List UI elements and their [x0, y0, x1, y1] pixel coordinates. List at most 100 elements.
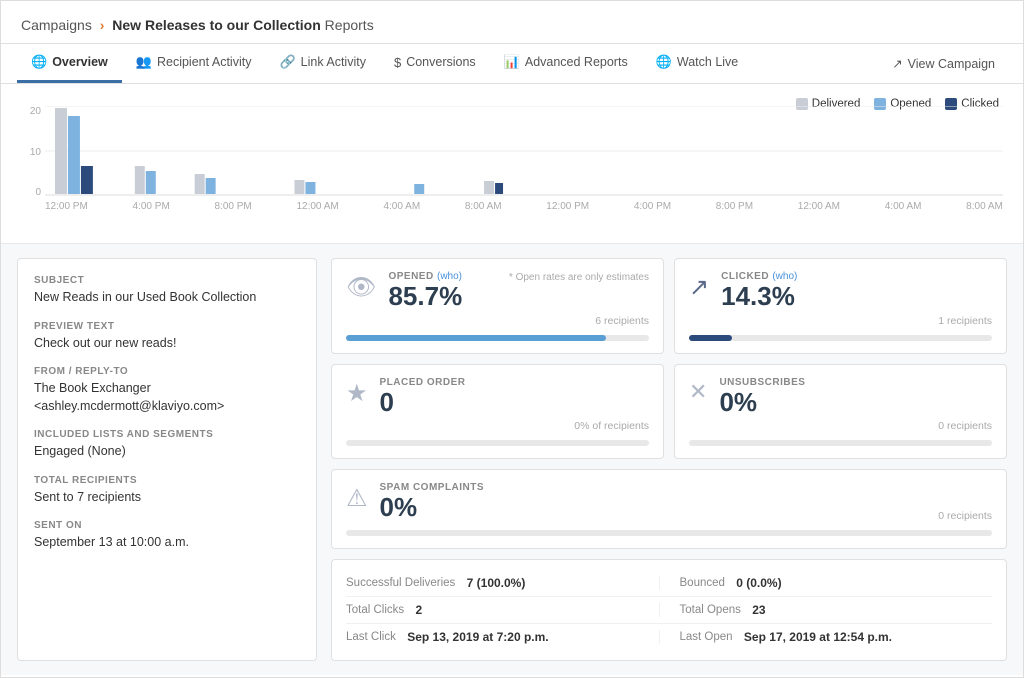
last-click-cell: Last Click Sep 13, 2019 at 7:20 p.m.	[346, 630, 659, 644]
x-label-5: 8:00 AM	[465, 201, 502, 212]
tab-overview[interactable]: 🌐 Overview	[17, 44, 122, 83]
subject-label: SUBJECT	[34, 275, 300, 286]
external-icon: ↗	[689, 273, 709, 302]
unsub-bar-bg	[689, 440, 992, 446]
preview-value: Check out our new reads!	[34, 335, 300, 353]
x-label-2: 8:00 PM	[215, 201, 252, 212]
x-label-1: 4:00 PM	[133, 201, 170, 212]
recipients-label: TOTAL RECIPIENTS	[34, 475, 300, 486]
spam-label: SPAM COMPLAINTS	[380, 482, 927, 493]
recipients-section: TOTAL RECIPIENTS Sent to 7 recipients	[34, 475, 300, 507]
successful-label: Successful Deliveries	[346, 577, 455, 589]
delivery-row: Successful Deliveries 7 (100.0%) Bounced…	[346, 570, 992, 597]
nav-tabs: 🌐 Overview 👥 Recipient Activity 🔗 Link A…	[1, 44, 1023, 84]
tab-overview-label: Overview	[52, 55, 108, 69]
stat-card-opened: 👁 OPENED (who) 85.7% * Open rates are on…	[331, 258, 664, 354]
order-sub: 0% of recipients	[346, 420, 649, 432]
x-label-7: 4:00 PM	[634, 201, 671, 212]
order-info: PLACED ORDER 0	[380, 377, 649, 417]
y-label-0: 0	[35, 187, 41, 198]
tab-conversions[interactable]: $ Conversions	[380, 45, 490, 83]
sent-value: September 13 at 10:00 a.m.	[34, 534, 300, 552]
total-opens-label: Total Opens	[680, 604, 741, 616]
sent-section: SENT ON September 13 at 10:00 a.m.	[34, 520, 300, 552]
successful-value: 7 (100.0%)	[467, 576, 526, 590]
lists-label: INCLUDED LISTS AND SEGMENTS	[34, 429, 300, 440]
last-click-row: Last Click Sep 13, 2019 at 7:20 p.m. Las…	[346, 624, 992, 650]
from-section: FROM / REPLY-TO The Book Exchanger <ashl…	[34, 366, 300, 415]
unsub-label: UNSUBSCRIBES	[719, 377, 992, 388]
clicked-value: 14.3%	[721, 282, 992, 311]
preview-label: PREVIEW TEXT	[34, 321, 300, 332]
unsub-info: UNSUBSCRIBES 0%	[719, 377, 992, 417]
subject-section: SUBJECT New Reads in our Used Book Colle…	[34, 275, 300, 307]
tab-recipient-activity-label: Recipient Activity	[157, 55, 251, 69]
clicked-bar-fill	[689, 335, 732, 341]
tab-watch-live[interactable]: 🌐 Watch Live	[642, 44, 753, 83]
stat-card-unsubscribes: ✕ UNSUBSCRIBES 0% 0 recipients	[674, 364, 1007, 460]
recipients-value: Sent to 7 recipients	[34, 489, 300, 507]
left-panel: SUBJECT New Reads in our Used Book Colle…	[17, 258, 317, 661]
total-clicks-cell: Total Clicks 2	[346, 603, 659, 617]
view-campaign-label: View Campaign	[908, 57, 995, 71]
x-label-9: 12:00 AM	[798, 201, 840, 212]
overview-icon: 🌐	[31, 54, 47, 70]
spam-sub: 0 recipients	[938, 510, 992, 522]
x-icon: ✕	[689, 379, 707, 405]
star-icon: ★	[346, 379, 368, 408]
total-clicks-value: 2	[416, 603, 423, 617]
x-label-0: 12:00 PM	[45, 201, 88, 212]
advanced-icon: 📊	[504, 54, 520, 70]
bounced-value: 0 (0.0%)	[736, 576, 781, 590]
stat-card-placed-order: ★ PLACED ORDER 0 0% of recipients	[331, 364, 664, 460]
clicked-sub: 1 recipients	[689, 315, 992, 327]
spam-value: 0%	[380, 493, 927, 522]
warning-icon: ⚠	[346, 484, 368, 513]
x-label-4: 4:00 AM	[383, 201, 420, 212]
spam-bar-bg	[346, 530, 992, 536]
x-label-3: 12:00 AM	[296, 201, 338, 212]
tab-link-activity[interactable]: 🔗 Link Activity	[265, 44, 380, 83]
opened-sub: 6 recipients	[346, 315, 649, 327]
tab-advanced-reports[interactable]: 📊 Advanced Reports	[490, 44, 642, 83]
tab-link-activity-label: Link Activity	[301, 55, 366, 69]
chart-svg	[45, 106, 1003, 196]
bounced-label: Bounced	[680, 577, 725, 589]
stats-grid: 👁 OPENED (who) 85.7% * Open rates are on…	[331, 258, 1007, 459]
eye-icon: 👁	[346, 273, 376, 302]
preview-section: PREVIEW TEXT Check out our new reads!	[34, 321, 300, 353]
last-open-value: Sep 17, 2019 at 12:54 p.m.	[744, 630, 892, 644]
conversions-icon: $	[394, 55, 401, 70]
breadcrumb-arrow: ›	[100, 17, 105, 33]
y-label-20: 20	[30, 106, 41, 117]
breadcrumb: Campaigns › New Releases to our Collecti…	[21, 17, 1003, 33]
external-link-icon: ↗	[892, 56, 902, 71]
order-label: PLACED ORDER	[380, 377, 649, 388]
from-value: The Book Exchanger <ashley.mcdermott@kla…	[34, 380, 300, 415]
breadcrumb-reports: Reports	[325, 17, 374, 33]
tab-conversions-label: Conversions	[406, 55, 475, 69]
recipient-icon: 👥	[136, 54, 152, 70]
lists-value: Engaged (None)	[34, 443, 300, 461]
stat-card-clicked: ↗ CLICKED (who) 14.3% 1 recipients	[674, 258, 1007, 354]
chart-area: Delivered Opened Clicked 20 10 0	[1, 84, 1023, 244]
tab-watch-live-label: Watch Live	[677, 55, 738, 69]
tab-recipient-activity[interactable]: 👥 Recipient Activity	[122, 44, 266, 83]
last-click-label: Last Click	[346, 631, 396, 643]
successful-deliveries-cell: Successful Deliveries 7 (100.0%)	[346, 576, 659, 590]
total-opens-value: 23	[752, 603, 765, 617]
clicked-bar-bg	[689, 335, 992, 341]
subject-value: New Reads in our Used Book Collection	[34, 289, 300, 307]
opened-value: 85.7%	[388, 282, 496, 311]
x-label-11: 8:00 AM	[966, 201, 1003, 212]
stat-card-spam: ⚠ SPAM COMPLAINTS 0% 0 recipients	[331, 469, 1007, 549]
x-label-6: 12:00 PM	[546, 201, 589, 212]
order-value: 0	[380, 388, 649, 417]
breadcrumb-campaigns[interactable]: Campaigns	[21, 17, 92, 33]
opened-info: OPENED (who) 85.7%	[388, 271, 496, 311]
sent-label: SENT ON	[34, 520, 300, 531]
view-campaign-button[interactable]: ↗ View Campaign	[880, 50, 1007, 77]
last-click-value: Sep 13, 2019 at 7:20 p.m.	[407, 630, 548, 644]
bounced-cell: Bounced 0 (0.0%)	[659, 576, 993, 590]
x-label-10: 4:00 AM	[885, 201, 922, 212]
